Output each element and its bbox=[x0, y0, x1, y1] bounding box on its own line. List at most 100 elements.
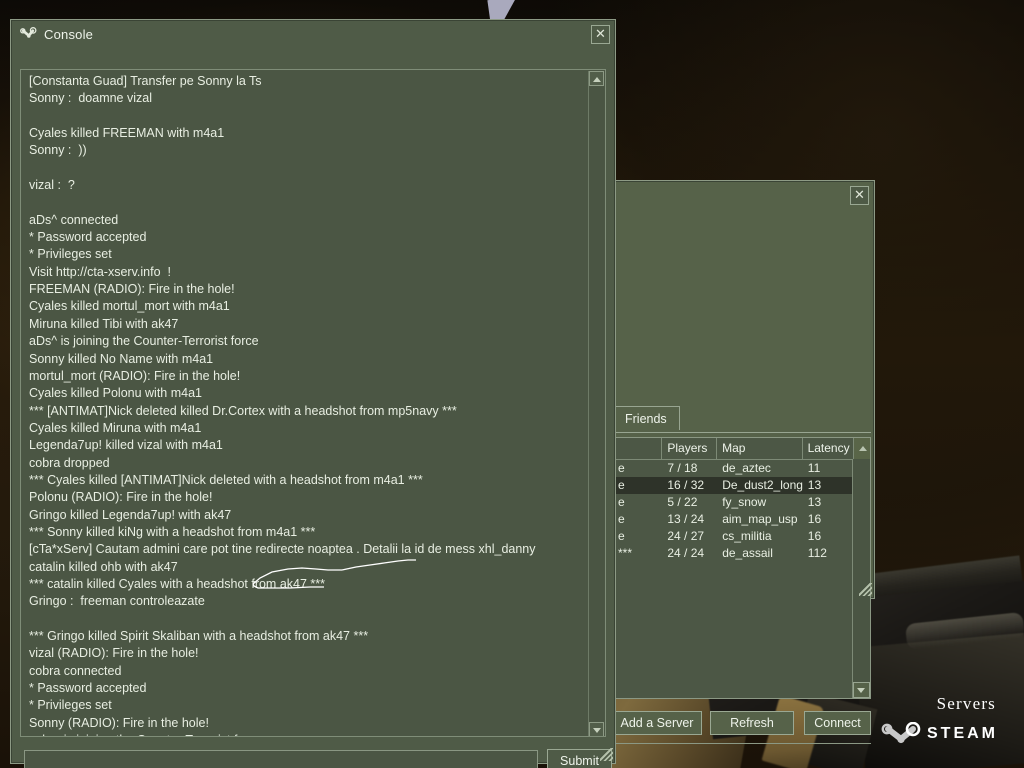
server-cell-map: De_dust2_long bbox=[722, 478, 803, 492]
console-log-line: aDs^ connected bbox=[29, 212, 119, 227]
console-log-line: Sonny killed No Name with m4a1 bbox=[29, 351, 214, 366]
console-log-line: Cyales killed FREEMAN with m4a1 bbox=[29, 126, 225, 141]
console-log-line: [Constanta Guad] Transfer pe Sonny la Ts bbox=[29, 74, 262, 88]
add-a-server-button[interactable]: Add a Server bbox=[612, 711, 702, 735]
column-header-map[interactable]: Map bbox=[717, 438, 803, 459]
console-log-line: Sonny (RADIO): Fire in the hole! bbox=[29, 715, 209, 730]
server-cell-latency: 16 bbox=[807, 529, 822, 543]
game-screen: Servers STEAM ✕ Friends Players Map Late… bbox=[0, 0, 1024, 768]
console-log-line: mortul_mort (RADIO): Fire in the hole! bbox=[29, 368, 241, 383]
console-scrollbar[interactable] bbox=[588, 71, 604, 736]
console-log-line: vizal (RADIO): Fire in the hole! bbox=[29, 646, 199, 661]
column-header-latency[interactable]: Latency bbox=[803, 438, 854, 459]
server-cell-name: *** bbox=[618, 546, 633, 560]
server-row[interactable]: e 16 / 32 De_dust2_long 13 bbox=[613, 477, 854, 494]
console-log-line: Sonny : doamne vizal bbox=[29, 91, 152, 106]
server-cell-map: de_aztec bbox=[722, 461, 771, 475]
refresh-button[interactable]: Refresh bbox=[710, 711, 794, 735]
server-browser-separator bbox=[612, 743, 871, 744]
console-log-line bbox=[29, 194, 589, 211]
column-header-players[interactable]: Players bbox=[662, 438, 718, 459]
server-cell-latency: 11 bbox=[807, 461, 821, 475]
console-log-line: * Privileges set bbox=[29, 247, 112, 262]
server-row[interactable]: e 13 / 24 aim_map_usp 16 bbox=[613, 511, 854, 528]
scroll-down-icon[interactable] bbox=[853, 682, 870, 698]
server-list-rows: e 7 / 18 de_aztec 11 e 16 / 32 De_dust2_long 13… bbox=[613, 460, 854, 562]
server-row[interactable]: *** 24 / 24 de_assail 112 bbox=[613, 545, 854, 562]
server-cell-latency: 13 bbox=[807, 478, 822, 492]
console-scroll-down-icon[interactable] bbox=[589, 722, 604, 736]
server-cell-players: 24 / 27 bbox=[667, 529, 705, 543]
console-log-line: * Password accepted bbox=[29, 230, 147, 245]
server-list-scrollbar[interactable] bbox=[852, 459, 870, 698]
console-log-line: Sonny : )) bbox=[29, 143, 87, 158]
server-list: Players Map Latency e 7 / 18 de_aztec 11 e 16… bbox=[612, 437, 871, 699]
console-log-line: *** Gringo killed Spirit Skaliban with a… bbox=[29, 629, 369, 643]
console-command-input[interactable] bbox=[24, 750, 538, 768]
server-browser-close-icon[interactable]: ✕ bbox=[850, 186, 869, 205]
server-cell-players: 5 / 22 bbox=[667, 495, 698, 509]
steam-pipe-logo-icon bbox=[881, 722, 921, 744]
server-cell-latency: 112 bbox=[807, 546, 827, 560]
server-cell-map: cs_militia bbox=[722, 529, 772, 543]
console-log-line: Visit http://cta-xserv.info ! bbox=[29, 264, 171, 279]
server-cell-players: 7 / 18 bbox=[667, 461, 698, 475]
server-browser-buttons: Add a Server Refresh Connect bbox=[612, 711, 871, 739]
console-scroll-up-icon[interactable] bbox=[589, 71, 604, 86]
console-log-line: catalin killed ohb with ak47 bbox=[29, 559, 178, 574]
console-log-line bbox=[29, 160, 589, 177]
console-resize-grip[interactable] bbox=[600, 748, 613, 761]
steam-logo-row: STEAM bbox=[879, 722, 998, 746]
console-log-line: * Password accepted bbox=[29, 681, 147, 696]
console-log-line: cobra connected bbox=[29, 663, 122, 678]
server-cell-map: de_assail bbox=[722, 546, 773, 560]
console-window: Console ✕ [Constanta Guad] Transfer pe S… bbox=[10, 19, 616, 768]
sort-ascending-icon[interactable] bbox=[853, 438, 870, 459]
server-cell-map: aim_map_usp bbox=[722, 512, 798, 526]
console-log-line: cobra dropped bbox=[29, 455, 110, 470]
console-log-line: [cTa*xServ] Cautam admini care pot tine … bbox=[29, 542, 536, 557]
column-header-name[interactable] bbox=[613, 438, 663, 459]
console-log-line: Gringo killed Legenda7up! with ak47 bbox=[29, 507, 232, 522]
steam-watermark: Servers STEAM bbox=[879, 694, 998, 746]
console-log-line: Cyales killed Miruna with m4a1 bbox=[29, 420, 202, 435]
servers-label: Servers bbox=[936, 694, 996, 713]
steam-label: STEAM bbox=[927, 725, 998, 742]
console-log-line: aDs^ is joining the Counter-Terrorist fo… bbox=[29, 334, 259, 349]
console-log-line: FREEMAN (RADIO): Fire in the hole! bbox=[29, 282, 235, 297]
steam-pipe-icon bbox=[20, 27, 37, 38]
tab-underline bbox=[612, 432, 871, 433]
console-close-icon[interactable]: ✕ bbox=[591, 25, 610, 44]
server-cell-name: e bbox=[618, 529, 625, 543]
console-log-line bbox=[29, 611, 589, 628]
console-log-line: Cyales killed Polonu with m4a1 bbox=[29, 386, 203, 401]
server-cell-latency: 13 bbox=[807, 495, 822, 509]
server-cell-players: 24 / 24 bbox=[667, 546, 705, 560]
tab-friends[interactable]: Friends bbox=[612, 406, 680, 430]
server-row[interactable]: e 24 / 27 cs_militia 16 bbox=[613, 528, 854, 545]
console-log-line: *** Sonny killed kiNg with a headshot fr… bbox=[29, 524, 316, 539]
connect-button[interactable]: Connect bbox=[804, 711, 871, 735]
console-log-line: Cyales killed mortul_mort with m4a1 bbox=[29, 299, 230, 314]
console-log-line: *** catalin killed Cyales with a headsho… bbox=[29, 576, 325, 591]
server-row[interactable]: e 5 / 22 fy_snow 13 bbox=[613, 494, 854, 511]
console-log-line: Polonu (RADIO): Fire in the hole! bbox=[29, 490, 213, 505]
console-log-line: Miruna killed Tibi with ak47 bbox=[29, 316, 179, 331]
server-browser-resize-grip[interactable] bbox=[859, 583, 872, 596]
server-browser-tabs: Friends bbox=[612, 406, 680, 432]
server-row[interactable]: e 7 / 18 de_aztec 11 bbox=[613, 460, 854, 477]
console-log-frame: [Constanta Guad] Transfer pe Sonny la Ts… bbox=[20, 69, 606, 737]
console-log-line: vizal : ? bbox=[29, 178, 75, 193]
server-cell-players: 13 / 24 bbox=[667, 512, 705, 526]
console-log-line: cobra is joining the Counter-Terrorist f… bbox=[29, 732, 589, 736]
server-browser-window: ✕ Friends Players Map Latency e 7 / 18 de_… bbox=[608, 180, 875, 744]
console-log-line: *** [ANTIMAT]Nick deleted killed Dr.Cort… bbox=[29, 403, 457, 418]
server-cell-name: e bbox=[618, 512, 625, 526]
console-log-text: [Constanta Guad] Transfer pe Sonny la Ts… bbox=[29, 73, 589, 736]
server-cell-players: 16 / 32 bbox=[667, 478, 705, 492]
console-title: Console bbox=[44, 26, 94, 42]
console-log-line: Legenda7up! killed vizal with m4a1 bbox=[29, 438, 223, 453]
console-titlebar: Console ✕ bbox=[11, 20, 615, 48]
server-cell-name: e bbox=[618, 495, 625, 509]
server-cell-name: e bbox=[618, 478, 625, 492]
